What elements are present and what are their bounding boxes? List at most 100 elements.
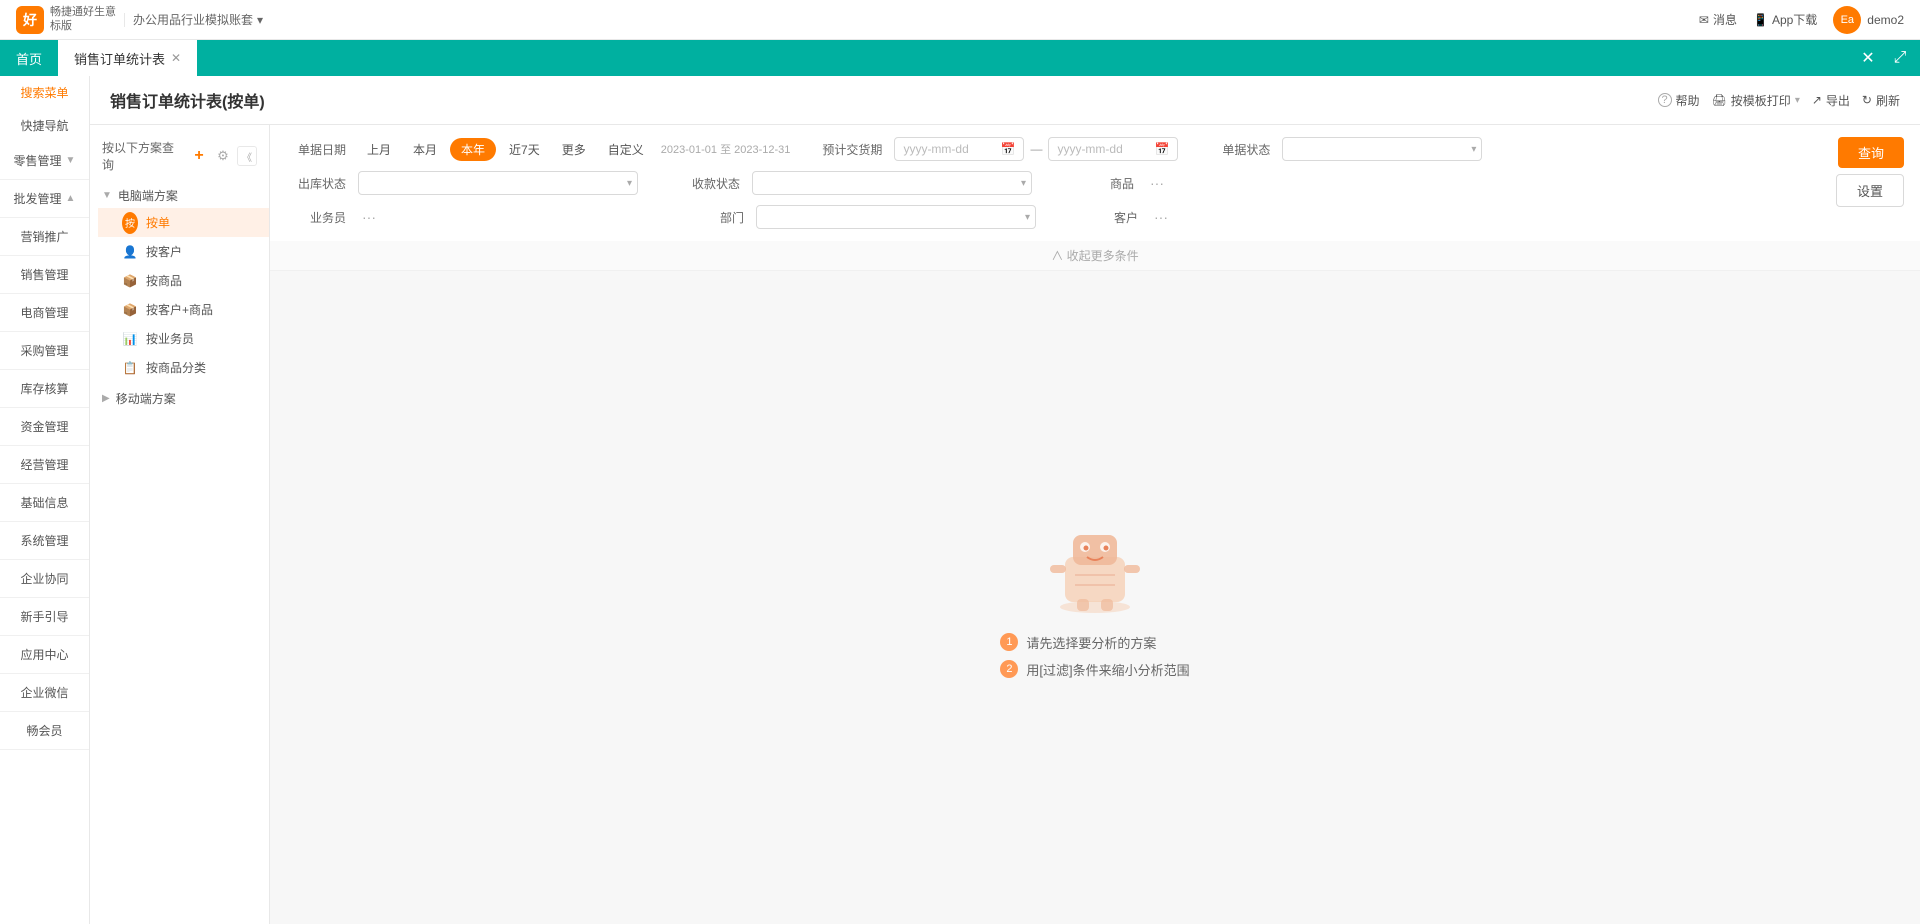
- page-title: 销售订单统计表(按单): [110, 88, 265, 124]
- scheme-section-mobile-header[interactable]: ▶ 移动端方案: [90, 386, 269, 411]
- scheme-by-customer-icon: 👤: [122, 244, 138, 260]
- top-bar-left: 好 畅捷通好生意 标版 办公用品行业模拟账套 ▾: [16, 6, 263, 34]
- empty-state: 1 请先选择要分析的方案 2 用[过滤]条件来缩小分析范围: [270, 271, 1920, 924]
- step-1-num: 1: [1000, 633, 1018, 651]
- scheme-item-by-category[interactable]: 📋 按商品分类: [98, 353, 269, 382]
- sidebar-quick-nav[interactable]: 快捷导航: [0, 109, 89, 142]
- app-download-action[interactable]: 📱 App下载: [1753, 11, 1817, 28]
- empty-steps: 1 请先选择要分析的方案 2 用[过滤]条件来缩小分析范围: [1000, 633, 1189, 679]
- tab-close-icon[interactable]: ✕: [171, 51, 181, 65]
- sidebar-item-retail[interactable]: 零售管理 ▼: [0, 142, 89, 180]
- sidebar-item-inventory[interactable]: 库存核算: [0, 370, 89, 408]
- sidebar-item-weixin[interactable]: 企业微信: [0, 674, 89, 712]
- ship-status-select-wrap: ▾: [358, 171, 638, 195]
- scheme-by-staff-icon: 📊: [122, 331, 138, 347]
- sidebar-item-system[interactable]: 系统管理: [0, 522, 89, 560]
- scheme-collapse-btn[interactable]: 《: [237, 146, 257, 166]
- dept-select[interactable]: [756, 205, 1036, 229]
- query-button[interactable]: 查询: [1838, 137, 1904, 168]
- customer-label: 客户: [1078, 209, 1138, 226]
- export-btn[interactable]: ↗ 导出: [1812, 92, 1850, 109]
- message-icon: ✉: [1699, 13, 1709, 27]
- page-actions: ? 帮助 🖨 按模板打印 ▾ ↗ 导出 ↻ 刷新: [1658, 92, 1900, 121]
- goods-ellipsis[interactable]: ···: [1150, 175, 1164, 191]
- date-btn-this-month[interactable]: 本月: [404, 138, 446, 161]
- scheme-panel: 按以下方案查询 + ⚙ 《 ▼ 电脑端方案: [90, 125, 270, 924]
- app-download-icon: 📱: [1753, 13, 1768, 27]
- query-area: 单据日期 上月 本月 本年 近7天 更多 自定义 2023-01-01 至 20…: [270, 125, 1920, 924]
- message-action[interactable]: ✉ 消息: [1699, 11, 1737, 28]
- dept-label: 部门: [684, 209, 744, 226]
- empty-illustration: [1035, 517, 1155, 617]
- sidebar-item-enterprise[interactable]: 企业协同: [0, 560, 89, 598]
- refresh-btn[interactable]: ↻ 刷新: [1862, 92, 1900, 109]
- logo-text: 畅捷通好生意 标版: [50, 6, 116, 32]
- date-options-group: 上月 本月 本年 近7天 更多 自定义 2023-01-01 至 2023-12…: [358, 138, 790, 161]
- template-print-btn[interactable]: 🖨 按模板打印 ▾: [1712, 92, 1800, 109]
- sidebar-item-newuser[interactable]: 新手引导: [0, 598, 89, 636]
- filter-container: 单据日期 上月 本月 本年 近7天 更多 自定义 2023-01-01 至 20…: [270, 125, 1920, 241]
- sidebar-item-operations[interactable]: 经营管理: [0, 446, 89, 484]
- sidebar-search[interactable]: 搜索菜单: [0, 76, 89, 109]
- calendar-icon-2: 📅: [1154, 142, 1169, 156]
- date-btn-last-month[interactable]: 上月: [358, 138, 400, 161]
- sidebar-item-sales[interactable]: 销售管理: [0, 256, 89, 294]
- content-panel: 按以下方案查询 + ⚙ 《 ▼ 电脑端方案: [90, 125, 1920, 924]
- step-2-num: 2: [1000, 660, 1018, 678]
- help-btn[interactable]: ? 帮助: [1658, 92, 1700, 109]
- sidebar-item-appstore[interactable]: 应用中心: [0, 636, 89, 674]
- staff-ellipsis[interactable]: ···: [362, 209, 642, 225]
- sidebar-item-ecommerce[interactable]: 电商管理: [0, 294, 89, 332]
- ship-status-select[interactable]: [358, 171, 638, 195]
- pay-status-label: 收款状态: [680, 175, 740, 192]
- tab-sales-order-stats[interactable]: 销售订单统计表 ✕: [58, 40, 197, 76]
- delivery-date-end[interactable]: yyyy-mm-dd 📅: [1048, 137, 1178, 161]
- ship-status-label: 出库状态: [286, 175, 346, 192]
- sidebar-item-marketing[interactable]: 营销推广: [0, 218, 89, 256]
- pay-status-select[interactable]: [752, 171, 1032, 195]
- user-area[interactable]: Ea demo2: [1833, 6, 1904, 34]
- scheme-section-mobile: ▶ 移动端方案: [90, 386, 269, 411]
- top-bar-right: ✉ 消息 📱 App下载 Ea demo2: [1699, 6, 1904, 34]
- scheme-item-by-goods[interactable]: 📦 按商品: [98, 266, 269, 295]
- sidebar-item-basic[interactable]: 基础信息: [0, 484, 89, 522]
- date-label: 单据日期: [286, 141, 346, 158]
- customer-ellipsis[interactable]: ···: [1154, 209, 1168, 225]
- delivery-date-start[interactable]: yyyy-mm-dd 📅: [894, 137, 1024, 161]
- date-btn-custom[interactable]: 自定义: [599, 138, 653, 161]
- scheme-by-category-icon: 📋: [122, 360, 138, 376]
- filter-row-1: 单据日期 上月 本月 本年 近7天 更多 自定义 2023-01-01 至 20…: [286, 137, 1812, 161]
- date-btn-more[interactable]: 更多: [553, 138, 595, 161]
- pay-status-select-wrap: ▾: [752, 171, 1032, 195]
- sidebar-item-finance[interactable]: 资金管理: [0, 408, 89, 446]
- calendar-icon: 📅: [1000, 142, 1015, 156]
- doc-status-select[interactable]: [1282, 137, 1482, 161]
- logo-icon: 好: [16, 6, 44, 34]
- reset-button[interactable]: 设置: [1836, 174, 1904, 207]
- empty-step-2: 2 用[过滤]条件来缩小分析范围: [1000, 660, 1189, 679]
- scheme-item-by-customer[interactable]: 👤 按客户: [98, 237, 269, 266]
- sidebar-item-purchase[interactable]: 采购管理: [0, 332, 89, 370]
- scheme-panel-header: 按以下方案查询 + ⚙ 《: [90, 135, 269, 177]
- logo-area: 好 畅捷通好生意 标版: [16, 6, 116, 34]
- tab-home[interactable]: 首页: [0, 40, 58, 76]
- tab-close-window-btn[interactable]: ✕: [1856, 46, 1880, 70]
- collapse-bar[interactable]: ∧ 收起更多条件: [270, 241, 1920, 271]
- scheme-item-by-staff[interactable]: 📊 按业务员: [98, 324, 269, 353]
- sidebar-wholesale-arrow: ▲: [66, 193, 76, 204]
- page-header: 销售订单统计表(按单) ? 帮助 🖨 按模板打印 ▾ ↗ 导出 ↻ 刷新: [90, 76, 1920, 125]
- sidebar-item-member[interactable]: 畅会员: [0, 712, 89, 750]
- print-arrow-icon: ▾: [1795, 95, 1800, 106]
- date-btn-this-year[interactable]: 本年: [450, 138, 496, 161]
- doc-status-select-wrap: ▾: [1282, 137, 1482, 161]
- scheme-add-icon[interactable]: +: [189, 146, 209, 166]
- top-bar: 好 畅捷通好生意 标版 办公用品行业模拟账套 ▾ ✉ 消息 📱 App下载 Ea…: [0, 0, 1920, 40]
- sidebar-item-wholesale[interactable]: 批发管理 ▲: [0, 180, 89, 218]
- scheme-item-by-customer-goods[interactable]: 📦 按客户+商品: [98, 295, 269, 324]
- tab-fullscreen-btn[interactable]: ⤢: [1888, 46, 1912, 70]
- date-btn-last7days[interactable]: 近7天: [500, 138, 549, 161]
- scheme-section-desktop-header[interactable]: ▼ 电脑端方案: [90, 183, 269, 208]
- scheme-item-by-order[interactable]: 按 按单: [98, 208, 269, 237]
- print-icon: 🖨: [1712, 93, 1727, 107]
- scheme-settings-icon[interactable]: ⚙: [213, 146, 233, 166]
